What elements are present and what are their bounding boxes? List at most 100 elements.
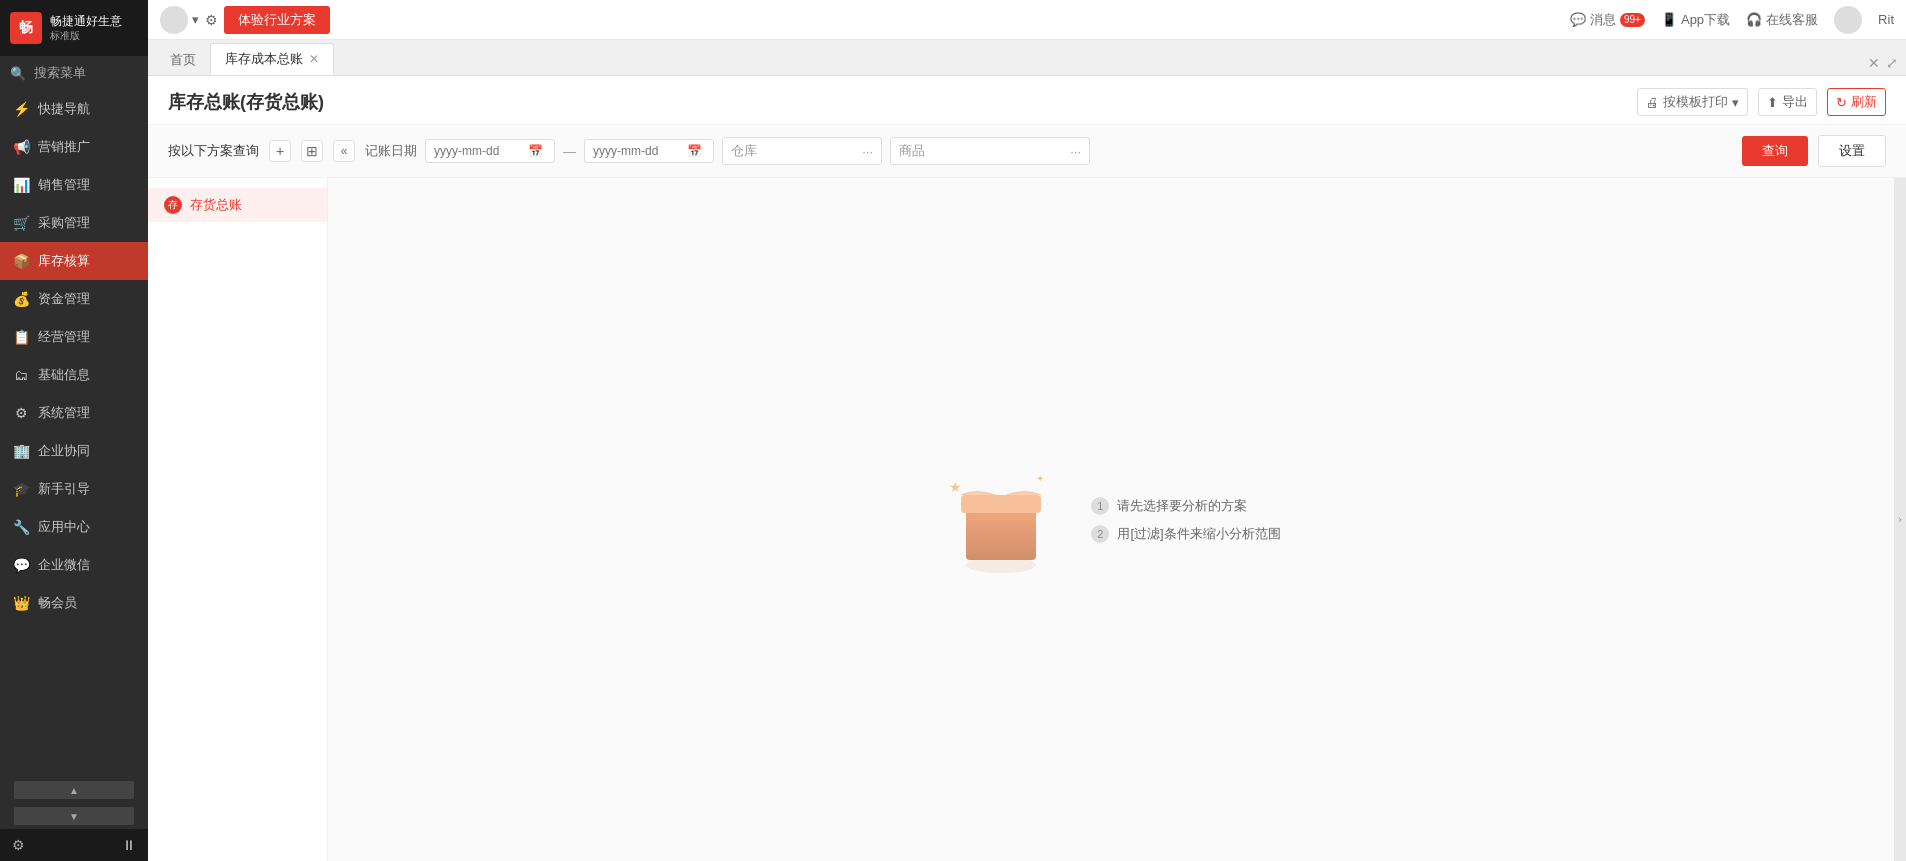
date-start-field[interactable] (434, 144, 524, 158)
sidebar-item-purchase[interactable]: 🛒 采购管理 (0, 204, 148, 242)
sidebar-item-appstore[interactable]: 🔧 应用中心 (0, 508, 148, 546)
quick-nav-icon: ⚡ (12, 100, 30, 118)
calendar-start-icon[interactable]: 📅 (528, 144, 543, 158)
newbie-icon: 🎓 (12, 480, 30, 498)
enterprise-icon: 🏢 (12, 442, 30, 460)
sidebar-item-quick-nav[interactable]: ⚡ 快捷导航 (0, 90, 148, 128)
system-icon: ⚙ (12, 404, 30, 422)
tab-expand-icon[interactable]: ⤢ (1886, 55, 1898, 71)
toggle-footer-icon[interactable]: ⏸ (122, 837, 136, 853)
industry-button[interactable]: 体验行业方案 (224, 6, 330, 34)
sidebar-scroll-up[interactable]: ▲ (0, 777, 148, 803)
filter-schema-button[interactable]: ⊞ (301, 140, 323, 162)
left-panel-item-inventory-total[interactable]: 存 存货总账 (148, 188, 327, 222)
print-template-button[interactable]: 🖨 按模板打印 ▾ (1637, 88, 1748, 116)
finance-icon: 💰 (12, 290, 30, 308)
download-icon: 📱 (1661, 12, 1677, 27)
filter-row: 记账日期 📅 — 📅 仓库 ··· 商品 ··· (365, 137, 1732, 165)
query-button[interactable]: 查询 (1742, 136, 1808, 166)
page-title: 库存总账(存货总账) (168, 90, 324, 114)
settings-footer-icon[interactable]: ⚙ (12, 837, 25, 853)
export-button[interactable]: ⬆ 导出 (1758, 88, 1817, 116)
date-separator: — (563, 144, 576, 159)
empty-state: ★ ✦ · 1 (941, 460, 1280, 580)
tab-close-panel-icon[interactable]: ✕ (1868, 55, 1880, 71)
filter-collapse-button[interactable]: « (333, 140, 355, 162)
sidebar-item-search[interactable]: 🔍 搜索菜单 (0, 56, 148, 90)
date-start-input[interactable]: 📅 (425, 139, 555, 163)
sidebar-scroll-down[interactable]: ▼ (0, 803, 148, 829)
message-badge: 99+ (1620, 13, 1645, 27)
appstore-icon: 🔧 (12, 518, 30, 536)
sidebar-item-newbie[interactable]: 🎓 新手引导 (0, 470, 148, 508)
inventory-icon: 📦 (12, 252, 30, 270)
message-button[interactable]: 💬 消息 99+ (1570, 11, 1645, 29)
tab-home[interactable]: 首页 (156, 45, 210, 75)
logo-text: 畅捷通好生意 标准版 (50, 13, 122, 44)
empty-illustration: ★ ✦ · (941, 460, 1061, 580)
sidebar-item-operations[interactable]: 📋 经营管理 (0, 318, 148, 356)
sidebar-item-system[interactable]: ⚙ 系统管理 (0, 394, 148, 432)
sidebar-item-marketing[interactable]: 📢 营销推广 (0, 128, 148, 166)
hint-num-2: 2 (1091, 525, 1109, 543)
sidebar: 畅 畅捷通好生意 标准版 🔍 搜索菜单 ⚡ 快捷导航 📢 营销推广 📊 销售管理… (0, 0, 148, 861)
topbar-user-area[interactable]: ▾ (160, 6, 199, 34)
refresh-button[interactable]: ↻ 刷新 (1827, 88, 1886, 116)
logo-icon: 畅 (10, 12, 42, 44)
topbar-left: ▾ ⚙ 体验行业方案 (160, 6, 1562, 34)
sidebar-item-sales[interactable]: 📊 销售管理 (0, 166, 148, 204)
sidebar-item-basic[interactable]: 🗂 基础信息 (0, 356, 148, 394)
date-end-field[interactable] (593, 144, 683, 158)
right-content: ★ ✦ · 1 (328, 178, 1894, 861)
hint-item-2: 2 用[过滤]条件来缩小分析范围 (1091, 525, 1280, 543)
right-side-toggle[interactable]: › (1894, 178, 1906, 861)
hint-num-1: 1 (1091, 497, 1109, 515)
svg-rect-2 (966, 505, 1036, 560)
main-area: ▾ ⚙ 体验行业方案 💬 消息 99+ 📱 App下载 🎧 在线客服 Rit (148, 0, 1906, 861)
date-end-input[interactable]: 📅 (584, 139, 714, 163)
member-icon: 👑 (12, 594, 30, 612)
page-header-actions: 🖨 按模板打印 ▾ ⬆ 导出 ↻ 刷新 (1637, 88, 1886, 116)
side-toggle-icon[interactable]: › (1898, 514, 1901, 525)
service-icon: 🎧 (1746, 12, 1762, 27)
topbar: ▾ ⚙ 体验行业方案 💬 消息 99+ 📱 App下载 🎧 在线客服 Rit (148, 0, 1906, 40)
empty-hints: 1 请先选择要分析的方案 2 用[过滤]条件来缩小分析范围 (1091, 497, 1280, 543)
tabbar: 首页 库存成本总账 ✕ ✕ ⤢ (148, 40, 1906, 76)
product-filter[interactable]: 商品 ··· (890, 137, 1090, 165)
tab-inventory-ledger[interactable]: 库存成本总账 ✕ (210, 43, 334, 75)
sidebar-item-finance[interactable]: 💰 资金管理 (0, 280, 148, 318)
user-avatar[interactable] (1834, 6, 1862, 34)
warehouse-filter[interactable]: 仓库 ··· (722, 137, 882, 165)
inventory-total-icon: 存 (164, 196, 182, 214)
sidebar-navigation: ⚡ 快捷导航 📢 营销推广 📊 销售管理 🛒 采购管理 📦 库存核算 💰 资金管… (0, 90, 148, 777)
operations-icon: 📋 (12, 328, 30, 346)
sidebar-item-inventory[interactable]: 📦 库存核算 (0, 242, 148, 280)
user-name-label: Rit (1878, 12, 1894, 27)
svg-rect-3 (961, 495, 1041, 513)
refresh-icon: ↻ (1836, 95, 1847, 110)
filter-label: 按以下方案查询 (168, 142, 259, 160)
scroll-up-button[interactable]: ▲ (14, 781, 134, 799)
display-settings-button[interactable]: 设置 (1818, 135, 1886, 167)
sidebar-item-wechat[interactable]: 💬 企业微信 (0, 546, 148, 584)
scroll-down-button[interactable]: ▼ (14, 807, 134, 825)
calendar-end-icon[interactable]: 📅 (687, 144, 702, 158)
online-service-button[interactable]: 🎧 在线客服 (1746, 11, 1818, 29)
left-panel: 存 存货总账 (148, 178, 328, 861)
date-filter-label: 记账日期 (365, 142, 417, 160)
app-download-button[interactable]: 📱 App下载 (1661, 11, 1730, 29)
product-more-icon[interactable]: ··· (1070, 144, 1081, 159)
warehouse-more-icon[interactable]: ··· (862, 144, 873, 159)
search-icon: 🔍 (10, 66, 26, 81)
sidebar-item-member[interactable]: 👑 畅会员 (0, 584, 148, 622)
dropdown-chevron-icon: ▾ (192, 12, 199, 27)
settings-icon[interactable]: ⚙ (205, 12, 218, 28)
wechat-icon: 💬 (12, 556, 30, 574)
svg-text:·: · (1026, 553, 1028, 562)
filter-add-button[interactable]: + (269, 140, 291, 162)
svg-text:✦: ✦ (1036, 473, 1044, 484)
tab-close-icon[interactable]: ✕ (309, 52, 319, 66)
page-header: 库存总账(存货总账) 🖨 按模板打印 ▾ ⬆ 导出 ↻ 刷新 (148, 76, 1906, 125)
sidebar-item-enterprise[interactable]: 🏢 企业协同 (0, 432, 148, 470)
print-icon: 🖨 (1646, 95, 1659, 110)
